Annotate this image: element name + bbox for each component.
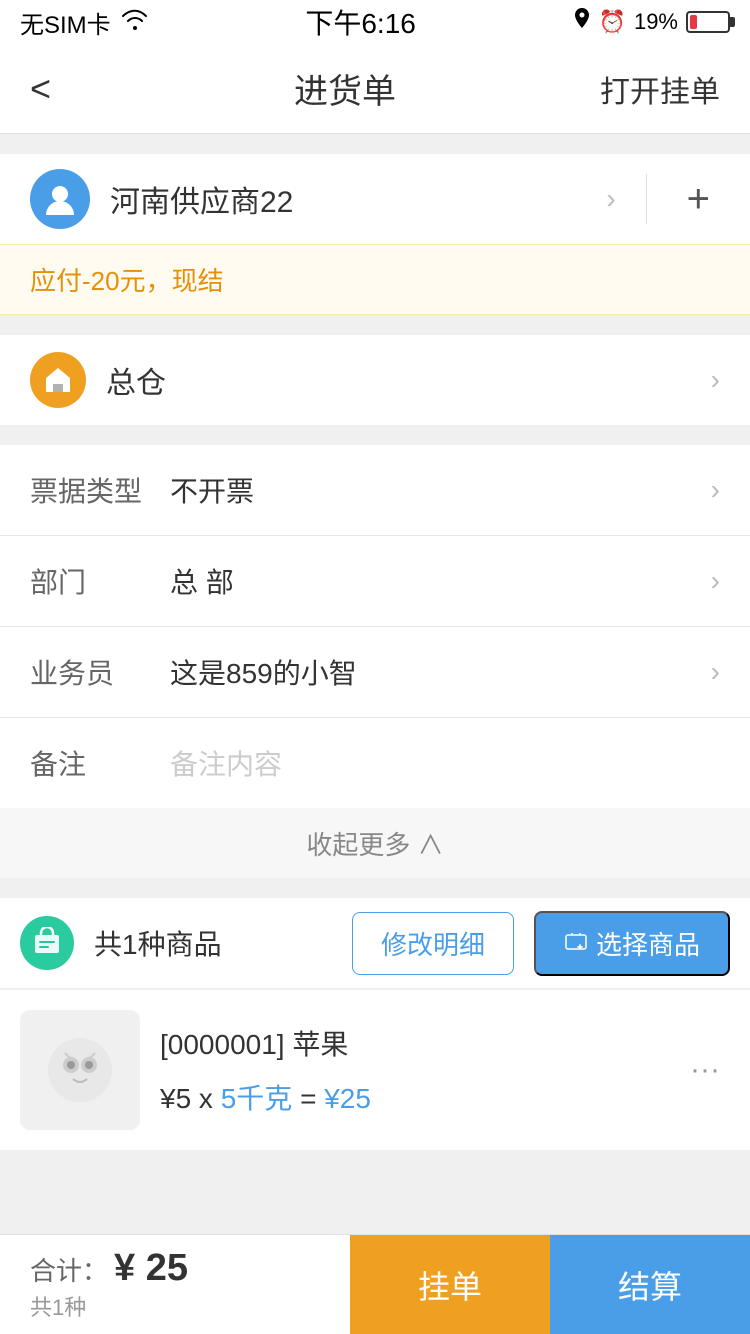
nav-bar: < 进货单 打开挂单	[0, 44, 750, 134]
battery-icon	[686, 11, 730, 33]
product-details: [0000001] 苹果 ¥5 x 5千克 = ¥25	[160, 1023, 660, 1117]
remark-row[interactable]: 备注 备注内容	[0, 718, 750, 808]
supplier-row[interactable]: 河南供应商22 › +	[0, 154, 750, 244]
invoice-chevron-icon: ›	[711, 474, 720, 506]
warehouse-icon	[30, 352, 86, 408]
total-amount: ¥ 25	[114, 1247, 188, 1290]
separator-3	[0, 425, 750, 445]
open-hold-button[interactable]: 打开挂单	[600, 67, 720, 111]
battery-percent: 19%	[634, 9, 678, 35]
status-right: ⏰ 19%	[573, 8, 730, 36]
staff-row[interactable]: 业务员 这是859的小智 ›	[0, 627, 750, 717]
status-left: 无SIM卡	[20, 5, 149, 40]
separator-4	[0, 878, 750, 898]
status-bar: 无SIM卡 下午6:16 ⏰ 19%	[0, 0, 750, 44]
select-product-button[interactable]: 选择商品	[534, 911, 730, 976]
product-name: [0000001] 苹果	[160, 1023, 660, 1063]
collapse-button[interactable]: 收起更多 ∧	[0, 808, 750, 878]
add-supplier-button[interactable]: +	[677, 177, 720, 222]
select-product-label: 选择商品	[596, 925, 700, 962]
staff-chevron-icon: ›	[711, 656, 720, 688]
warehouse-name: 总仓	[106, 358, 711, 402]
form-section: 票据类型 不开票 › 部门 总 部 › 业务员 这是859的小智 › 备注 备注…	[0, 445, 750, 808]
location-icon	[573, 8, 591, 36]
product-thumbnail	[20, 1010, 140, 1130]
status-time: 下午6:16	[305, 2, 416, 42]
bottom-bar: 合计： ¥ 25 共1种 挂单 结算	[0, 1234, 750, 1334]
dept-row[interactable]: 部门 总 部 ›	[0, 536, 750, 626]
back-button[interactable]: <	[30, 68, 90, 110]
products-header: 共1种商品 修改明细 选择商品	[0, 898, 750, 988]
remark-label: 备注	[30, 743, 170, 783]
page-title: 进货单	[294, 64, 396, 113]
invoice-label: 票据类型	[30, 470, 170, 510]
supplier-avatar	[30, 169, 90, 229]
dept-value: 总 部	[170, 561, 711, 601]
carrier-text: 无SIM卡	[20, 5, 111, 40]
product-more-button[interactable]: ···	[680, 1043, 730, 1097]
total-row: 合计： ¥ 25	[30, 1247, 320, 1290]
collapse-label: 收起更多 ∧	[306, 825, 443, 862]
staff-label: 业务员	[30, 652, 170, 692]
checkout-button[interactable]: 结算	[550, 1235, 750, 1334]
supplier-notice: 应付-20元，现结	[0, 244, 750, 315]
edit-detail-button[interactable]: 修改明细	[352, 912, 514, 975]
divider	[646, 174, 647, 224]
alarm-icon: ⏰	[599, 9, 626, 35]
separator-1	[0, 134, 750, 154]
warehouse-section: 总仓 ›	[0, 335, 750, 425]
invoice-row[interactable]: 票据类型 不开票 ›	[0, 445, 750, 535]
warehouse-chevron-icon: ›	[711, 364, 720, 396]
dept-chevron-icon: ›	[711, 565, 720, 597]
dept-label: 部门	[30, 561, 170, 601]
total-label: 合计：	[30, 1251, 108, 1288]
separator-2	[0, 315, 750, 335]
supplier-chevron-icon: ›	[606, 183, 615, 215]
supplier-name: 河南供应商22	[110, 177, 606, 221]
total-count: 共1种	[30, 1290, 320, 1322]
warehouse-row[interactable]: 总仓 ›	[0, 335, 750, 425]
remark-input[interactable]: 备注内容	[170, 743, 720, 783]
supplier-section: 河南供应商22 › + 应付-20元，现结	[0, 154, 750, 315]
hold-button[interactable]: 挂单	[350, 1235, 550, 1334]
total-section: 合计： ¥ 25 共1种	[0, 1247, 350, 1322]
product-count: 共1种商品	[94, 923, 332, 963]
staff-value: 这是859的小智	[170, 652, 711, 692]
invoice-value: 不开票	[170, 470, 711, 510]
wifi-icon	[121, 8, 149, 37]
product-item: [0000001] 苹果 ¥5 x 5千克 = ¥25 ···	[0, 990, 750, 1150]
products-icon	[20, 916, 74, 970]
product-price: ¥5 x 5千克 = ¥25	[160, 1077, 660, 1117]
